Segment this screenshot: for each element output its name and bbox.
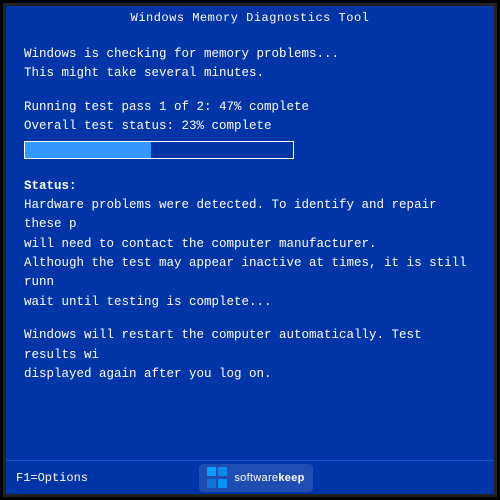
restart-section: Windows will restart the computer automa… [24,326,476,384]
status-line2: will need to contact the computer manufa… [24,235,476,254]
restart-line2: displayed again after you log on. [24,365,476,384]
title-bar: Windows Memory Diagnostics Tool [6,6,494,29]
check-line1: Windows is checking for memory problems.… [24,45,476,64]
watermark-brand: software [234,472,278,484]
watermark: softwarekeep [199,464,312,492]
title-text: Windows Memory Diagnostics Tool [131,11,370,25]
main-content: Windows is checking for memory problems.… [6,29,494,460]
overall-status-label: Overall test status: 23% complete [24,117,476,136]
status-section: Status: Hardware problems were detected.… [24,177,476,313]
watermark-bold: keep [278,472,304,484]
bottom-bar: F1=Options softwarekeep [6,460,494,494]
status-heading: Status: [24,177,476,196]
status-line3: Although the test may appear inactive at… [24,254,476,293]
bsod-screen: Windows Memory Diagnostics Tool Windows … [3,3,497,497]
shortcut-label: F1=Options [16,471,88,485]
test-pass-label: Running test pass 1 of 2: 47% complete [24,98,476,117]
check-line2: This might take several minutes. [24,64,476,83]
watermark-text: softwarekeep [234,472,304,484]
status-line4: wait until testing is complete... [24,293,476,312]
status-line1: Hardware problems were detected. To iden… [24,196,476,235]
progress-bar-fill [25,142,151,158]
test-pass-section: Running test pass 1 of 2: 47% complete O… [24,98,476,159]
softwarekeep-icon [207,467,229,489]
restart-line1: Windows will restart the computer automa… [24,326,476,365]
progress-bar-container [24,141,294,159]
